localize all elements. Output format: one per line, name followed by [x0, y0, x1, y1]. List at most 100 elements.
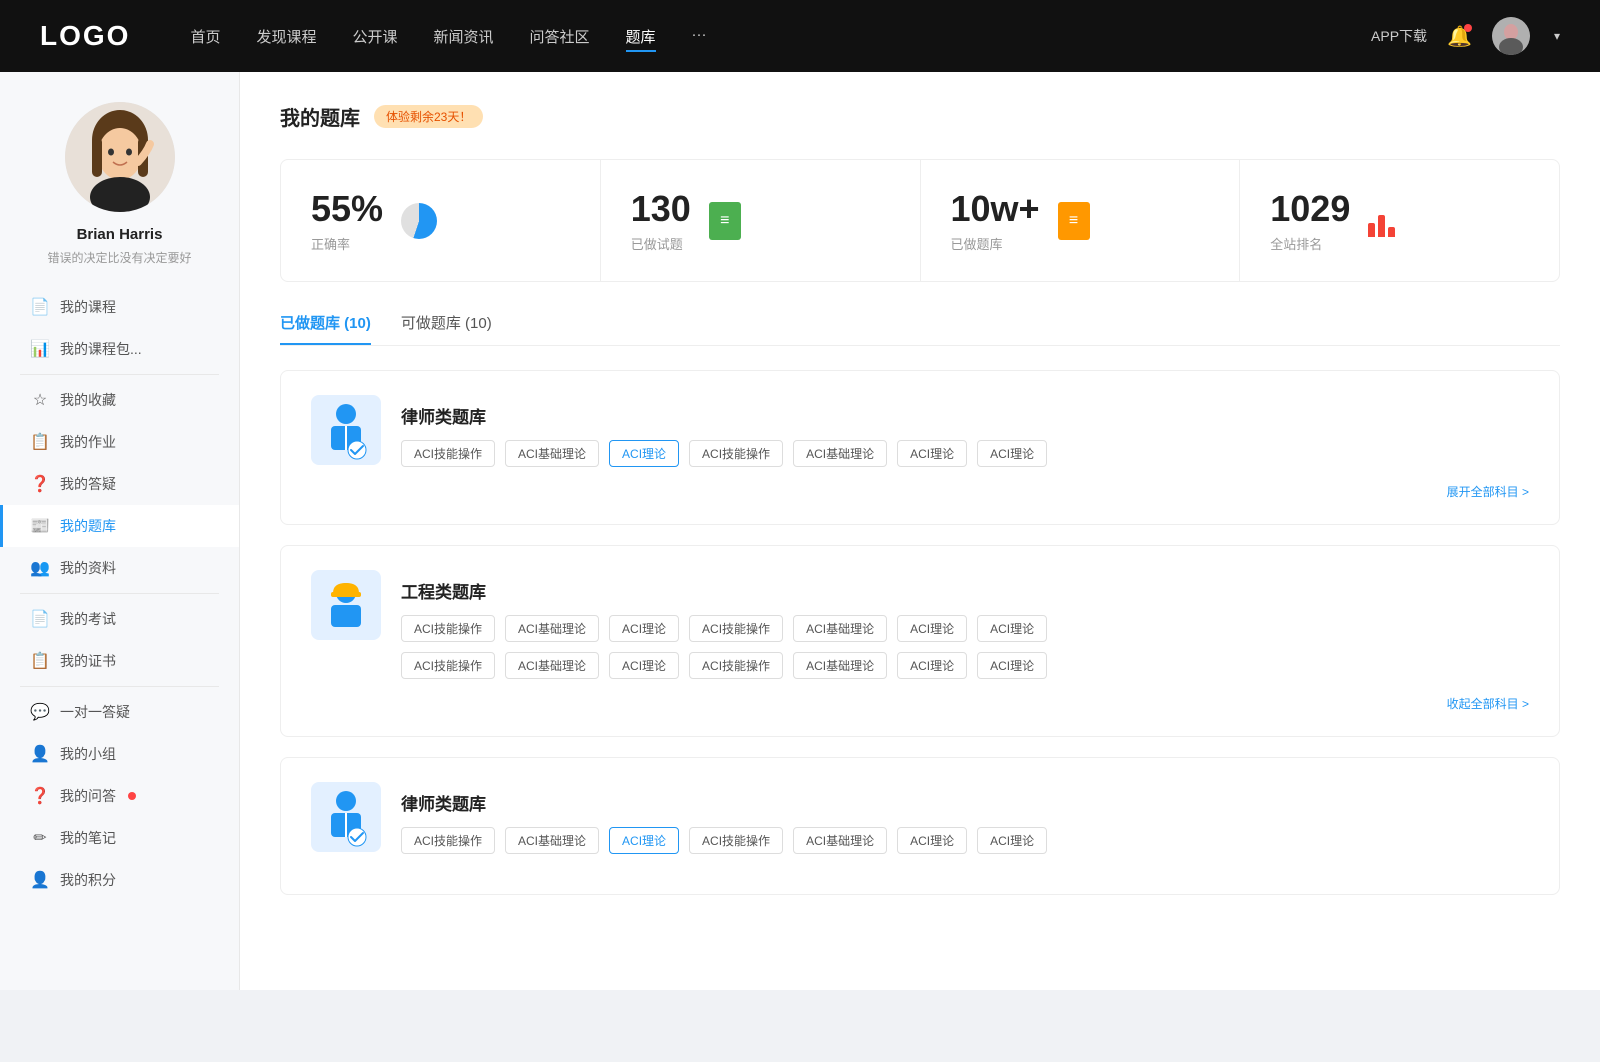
stat-done-banks-label: 已做题库 [951, 234, 1040, 253]
sidebar-item-certificate[interactable]: 📋 我的证书 [0, 640, 239, 682]
bank-1-content: 律师类题库 ACI技能操作 ACI基础理论 ACI理论 ACI技能操作 ACI基… [401, 395, 1529, 467]
nav-home[interactable]: 首页 [190, 26, 220, 47]
app-download-btn[interactable]: APP下载 [1371, 26, 1427, 46]
bank-1-title: 律师类题库 [401, 395, 1529, 428]
sidebar-item-homework[interactable]: 📋 我的作业 [0, 421, 239, 463]
sidebar-item-bank[interactable]: 📰 我的题库 [0, 505, 239, 547]
favorites-icon: ☆ [30, 390, 50, 410]
bank-2-tags-row2: ACI技能操作 ACI基础理论 ACI理论 ACI技能操作 ACI基础理论 AC… [401, 652, 1529, 679]
bank-card-1-header: 律师类题库 ACI技能操作 ACI基础理论 ACI理论 ACI技能操作 ACI基… [311, 395, 1529, 467]
sidebar-item-group[interactable]: 👤 我的小组 [0, 733, 239, 775]
tag-2-2[interactable]: ACI理论 [609, 615, 679, 642]
bank-2-content: 工程类题库 ACI技能操作 ACI基础理论 ACI理论 ACI技能操作 ACI基… [401, 570, 1529, 679]
navbar: LOGO 首页 发现课程 公开课 新闻资讯 问答社区 题库 ··· APP下载 … [0, 0, 1600, 72]
page-wrapper: Brian Harris 错误的决定比没有决定要好 📄 我的课程 📊 我的课程包… [0, 72, 1600, 990]
tag-2-13[interactable]: ACI理论 [977, 652, 1047, 679]
sidebar-item-favorites[interactable]: ☆ 我的收藏 [0, 379, 239, 421]
nav-bank[interactable]: 题库 [626, 26, 656, 47]
nav-news[interactable]: 新闻资讯 [434, 26, 494, 47]
tag-1-3[interactable]: ACI技能操作 [689, 440, 783, 467]
tag-1-1[interactable]: ACI基础理论 [505, 440, 599, 467]
tab-row: 已做题库 (10) 可做题库 (10) [280, 312, 1560, 346]
tag-2-9[interactable]: ACI理论 [609, 652, 679, 679]
bank-card-1: 律师类题库 ACI技能操作 ACI基础理论 ACI理论 ACI技能操作 ACI基… [280, 370, 1560, 525]
sidebar-item-notes[interactable]: ✏ 我的笔记 [0, 817, 239, 859]
tag-3-0[interactable]: ACI技能操作 [401, 827, 495, 854]
stat-done-banks: 10w+ 已做题库 ≡ [921, 160, 1241, 281]
materials-icon: 👥 [30, 558, 50, 578]
tag-1-6[interactable]: ACI理论 [977, 440, 1047, 467]
user-motto: 错误的决定比没有决定要好 [47, 249, 191, 266]
tab-done-banks[interactable]: 已做题库 (10) [280, 312, 371, 345]
stat-done-questions-label: 已做试题 [631, 234, 691, 253]
question-badge [128, 792, 136, 800]
tab-available-banks[interactable]: 可做题库 (10) [401, 312, 492, 345]
avatar[interactable] [1492, 17, 1530, 55]
notification-bell[interactable]: 🔔 [1447, 24, 1472, 49]
sidebar-item-questions[interactable]: ❓ 我的答疑 [0, 463, 239, 505]
sidebar-item-exam[interactable]: 📄 我的考试 [0, 598, 239, 640]
bank-1-tags: ACI技能操作 ACI基础理论 ACI理论 ACI技能操作 ACI基础理论 AC… [401, 440, 1529, 467]
trial-badge: 体验剩余23天！ [374, 105, 483, 128]
tag-3-5[interactable]: ACI理论 [897, 827, 967, 854]
page-header: 我的题库 体验剩余23天！ [280, 102, 1560, 131]
sidebar: Brian Harris 错误的决定比没有决定要好 📄 我的课程 📊 我的课程包… [0, 72, 240, 990]
tag-3-6[interactable]: ACI理论 [977, 827, 1047, 854]
dropdown-arrow[interactable]: ▾ [1554, 29, 1560, 43]
tag-2-1[interactable]: ACI基础理论 [505, 615, 599, 642]
bank-2-tags-row1: ACI技能操作 ACI基础理论 ACI理论 ACI技能操作 ACI基础理论 AC… [401, 615, 1529, 642]
bank-card-3-header: 律师类题库 ACI技能操作 ACI基础理论 ACI理论 ACI技能操作 ACI基… [311, 782, 1529, 854]
sidebar-item-my-questions[interactable]: ❓ 我的问答 [0, 775, 239, 817]
my-questions-icon: ❓ [30, 786, 50, 806]
bank-card-3: 律师类题库 ACI技能操作 ACI基础理论 ACI理论 ACI技能操作 ACI基… [280, 757, 1560, 895]
sidebar-item-course-pkg[interactable]: 📊 我的课程包... [0, 328, 239, 370]
nav-discover[interactable]: 发现课程 [256, 26, 316, 47]
sidebar-item-1on1[interactable]: 💬 一对一答疑 [0, 691, 239, 733]
bar3 [1388, 227, 1395, 237]
sidebar-item-course[interactable]: 📄 我的课程 [0, 286, 239, 328]
tag-1-4[interactable]: ACI基础理论 [793, 440, 887, 467]
tag-3-4[interactable]: ACI基础理论 [793, 827, 887, 854]
stat-rank-value: 1029 [1270, 188, 1350, 230]
bank-2-collapse[interactable]: 收起全部科目 > [311, 695, 1529, 712]
bank-3-icon [311, 782, 381, 852]
nav-more[interactable]: ··· [692, 26, 707, 47]
stat-accuracy: 55% 正确率 [281, 160, 601, 281]
sidebar-item-points[interactable]: 👤 我的积分 [0, 859, 239, 901]
tag-3-3[interactable]: ACI技能操作 [689, 827, 783, 854]
nav-open-course[interactable]: 公开课 [352, 26, 397, 47]
tag-2-11[interactable]: ACI基础理论 [793, 652, 887, 679]
tag-2-3[interactable]: ACI技能操作 [689, 615, 783, 642]
nav-menu: 首页 发现课程 公开课 新闻资讯 问答社区 题库 ··· [190, 26, 1371, 47]
tag-2-6[interactable]: ACI理论 [977, 615, 1047, 642]
tag-2-4[interactable]: ACI基础理论 [793, 615, 887, 642]
tag-3-1[interactable]: ACI基础理论 [505, 827, 599, 854]
notes-icon: ✏ [30, 828, 50, 848]
tag-2-10[interactable]: ACI技能操作 [689, 652, 783, 679]
stat-done-questions: 130 已做试题 ≡ [601, 160, 921, 281]
tag-2-0[interactable]: ACI技能操作 [401, 615, 495, 642]
bank-2-title: 工程类题库 [401, 570, 1529, 603]
tag-2-5[interactable]: ACI理论 [897, 615, 967, 642]
tag-1-2[interactable]: ACI理论 [609, 440, 679, 467]
sidebar-menu: 📄 我的课程 📊 我的课程包... ☆ 我的收藏 📋 我的作业 ❓ 我的答疑 � [0, 286, 239, 901]
tag-2-12[interactable]: ACI理论 [897, 652, 967, 679]
nav-qa[interactable]: 问答社区 [530, 26, 590, 47]
exam-icon: 📄 [30, 609, 50, 629]
tag-1-0[interactable]: ACI技能操作 [401, 440, 495, 467]
bank-card-2-header: 工程类题库 ACI技能操作 ACI基础理论 ACI理论 ACI技能操作 ACI基… [311, 570, 1529, 679]
logo: LOGO [40, 20, 130, 52]
certificate-icon: 📋 [30, 651, 50, 671]
tag-2-8[interactable]: ACI基础理论 [505, 652, 599, 679]
divider-2 [20, 593, 219, 594]
tag-2-7[interactable]: ACI技能操作 [401, 652, 495, 679]
bank-3-content: 律师类题库 ACI技能操作 ACI基础理论 ACI理论 ACI技能操作 ACI基… [401, 782, 1529, 854]
main-content: 我的题库 体验剩余23天！ 55% 正确率 130 已做试题 ≡ [240, 72, 1600, 990]
bar2 [1378, 215, 1385, 237]
sidebar-item-materials[interactable]: 👥 我的资料 [0, 547, 239, 589]
tag-3-2[interactable]: ACI理论 [609, 827, 679, 854]
bank-1-expand[interactable]: 展开全部科目 > [311, 483, 1529, 500]
user-name: Brian Harris [77, 226, 163, 243]
navbar-right: APP下载 🔔 ▾ [1371, 17, 1560, 55]
tag-1-5[interactable]: ACI理论 [897, 440, 967, 467]
